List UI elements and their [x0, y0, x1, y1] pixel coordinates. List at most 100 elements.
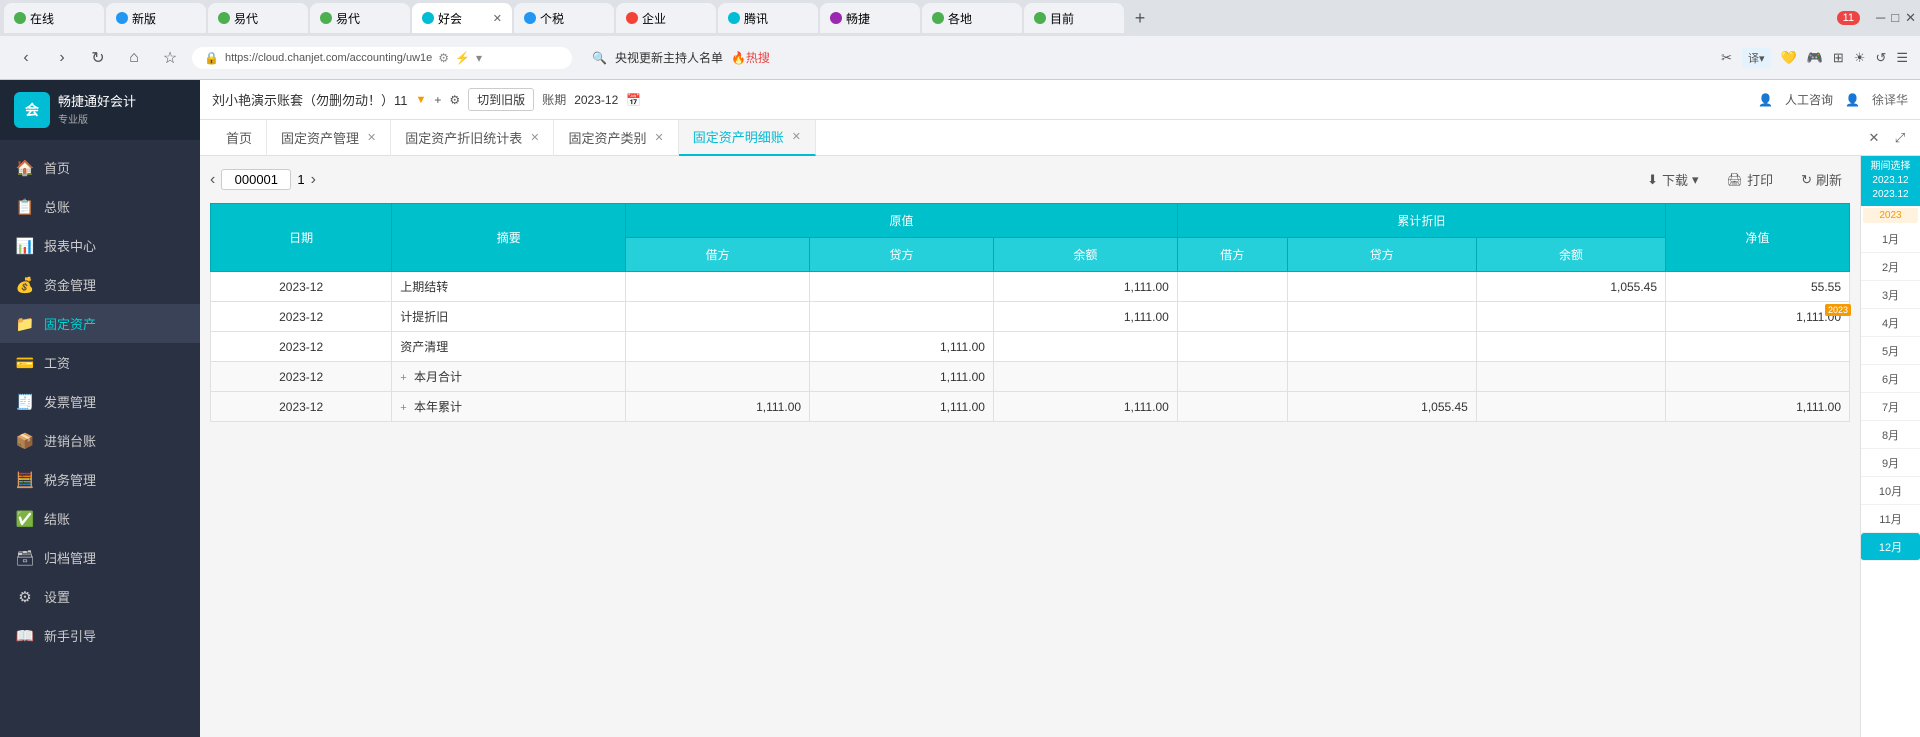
- wallet-icon[interactable]: 💛: [1781, 50, 1797, 66]
- browser-tab-zaixin[interactable]: 在线: [4, 3, 104, 33]
- period-month-2[interactable]: 2月: [1861, 253, 1920, 281]
- data-table: 日期 摘要 原值 累计折旧 净值 借方 贷方 余额 借方 贷方 余额: [210, 203, 1850, 422]
- menu-icon[interactable]: ☰: [1896, 50, 1908, 66]
- assets-icon: 📁: [16, 315, 34, 333]
- tab-close-icon[interactable]: ✕: [792, 130, 801, 143]
- table-row-monthly-total: 2023-12 + 本月合计 1,111.00: [211, 362, 1850, 392]
- cell-summary: 上期结转: [392, 272, 626, 302]
- download-button[interactable]: ⬇ 下载 ▾: [1639, 166, 1706, 193]
- sidebar-item-funds[interactable]: 💰 资金管理: [0, 265, 200, 304]
- browser-tab-changjie[interactable]: 畅捷: [820, 3, 920, 33]
- browser-tab-muqian[interactable]: 目前: [1024, 3, 1124, 33]
- browser-tab-qiye[interactable]: 企业: [616, 3, 716, 33]
- url-bar[interactable]: 🔒 https://cloud.chanjet.com/accounting/u…: [192, 47, 572, 69]
- cell-orig-balance: 1,111.00: [993, 302, 1177, 332]
- sidebar-item-settings[interactable]: ⚙ 设置: [0, 577, 200, 616]
- back-button[interactable]: ‹: [12, 44, 40, 72]
- tab-home[interactable]: 首页: [212, 120, 267, 156]
- print-button[interactable]: 🖨 打印: [1719, 166, 1782, 193]
- period-month-6[interactable]: 6月: [1861, 365, 1920, 393]
- browser-tab-label: 企业: [642, 10, 666, 27]
- tab-close-icon[interactable]: ✕: [367, 131, 376, 144]
- record-actions: ⬇ 下载 ▾ 🖨 打印 ↻ 刷新: [1639, 166, 1850, 193]
- switch-version-button[interactable]: 切到旧版: [468, 88, 534, 111]
- bookmark-button[interactable]: ☆: [156, 44, 184, 72]
- grid-icon[interactable]: ⊞: [1833, 50, 1844, 66]
- period-month-11[interactable]: 11月: [1861, 505, 1920, 533]
- sidebar-item-tax[interactable]: 🧮 税务管理: [0, 460, 200, 499]
- period-month-8[interactable]: 8月: [1861, 421, 1920, 449]
- sidebar-item-fixed-assets[interactable]: 📁 固定资产: [0, 304, 200, 343]
- browser-tab-gedi[interactable]: 各地: [922, 3, 1022, 33]
- cell-accum-credit: [1287, 362, 1476, 392]
- settings-button[interactable]: ⚙: [449, 93, 460, 107]
- prev-record-button[interactable]: ‹: [210, 171, 215, 189]
- browser-tab-yidai1[interactable]: 易代: [208, 3, 308, 33]
- archive-icon: 🗃: [16, 549, 34, 567]
- sidebar-item-closing[interactable]: ✅ 结账: [0, 499, 200, 538]
- period-label: 账期: [542, 91, 566, 108]
- sidebar-item-general-ledger[interactable]: 📋 总账: [0, 187, 200, 226]
- period-month-10[interactable]: 10月: [1861, 477, 1920, 505]
- sidebar-item-purchase-sale[interactable]: 📦 进销台账: [0, 421, 200, 460]
- site-info-icon: ⚙: [438, 51, 449, 65]
- period-month-4[interactable]: 4月: [1861, 309, 1920, 337]
- tab-asset-category[interactable]: 固定资产类别 ✕: [554, 120, 678, 156]
- download-dropdown-icon[interactable]: ▾: [1692, 172, 1699, 188]
- tab-label: 固定资产类别: [568, 128, 646, 147]
- refresh-button[interactable]: ↻ 刷新: [1793, 166, 1850, 193]
- sidebar-item-label: 新手引导: [44, 626, 96, 645]
- brightness-icon[interactable]: ☀: [1854, 50, 1866, 66]
- tab-asset-detail[interactable]: 固定资产明细账 ✕: [679, 120, 816, 156]
- period-month-1[interactable]: 1月: [1861, 225, 1920, 253]
- browser-tab-close[interactable]: ✕: [493, 12, 502, 25]
- period-month-9[interactable]: 9月: [1861, 449, 1920, 477]
- sidebar-item-reports[interactable]: 📊 报表中心: [0, 226, 200, 265]
- period-month-7[interactable]: 7月: [1861, 393, 1920, 421]
- tab-fixed-assets-mgmt[interactable]: 固定资产管理 ✕: [267, 120, 391, 156]
- record-id-input[interactable]: [221, 169, 291, 190]
- period-month-5[interactable]: 5月: [1861, 337, 1920, 365]
- scissors-icon[interactable]: ✂: [1721, 50, 1732, 66]
- cell-summary: 资产清理: [392, 332, 626, 362]
- cell-net-value: 1,111.00 2023: [1666, 302, 1850, 332]
- new-tab-button[interactable]: +: [1126, 4, 1154, 32]
- sidebar-item-home[interactable]: 🏠 首页: [0, 148, 200, 187]
- tab-close-icon[interactable]: ✕: [655, 131, 664, 144]
- help-button[interactable]: 人工咨询: [1785, 91, 1833, 108]
- forward-button[interactable]: ›: [48, 44, 76, 72]
- calendar-icon[interactable]: 📅: [626, 93, 641, 107]
- cell-orig-credit: [810, 272, 994, 302]
- main-content: 刘小艳演示账套（勿删勿动！）11 ▼ + ⚙ 切到旧版 账期 2023-12 📅…: [200, 80, 1920, 737]
- tab-close-icon[interactable]: ✕: [530, 131, 539, 144]
- content-area: ‹ 1 › ⬇ 下载 ▾ 🖨 打印: [200, 156, 1920, 737]
- home-button[interactable]: ⌂: [120, 44, 148, 72]
- period-month-12[interactable]: 12月: [1861, 533, 1920, 561]
- browser-tab-geshui[interactable]: 个税: [514, 3, 614, 33]
- undo-icon[interactable]: ↺: [1875, 50, 1886, 66]
- invoice-icon: 🧾: [16, 393, 34, 411]
- sidebar-item-invoice[interactable]: 🧾 发票管理: [0, 382, 200, 421]
- sidebar-item-guide[interactable]: 📖 新手引导: [0, 616, 200, 655]
- add-account-button[interactable]: +: [434, 93, 441, 107]
- sidebar-item-archive[interactable]: 🗃 归档管理: [0, 538, 200, 577]
- sidebar-item-payroll[interactable]: 💳 工资: [0, 343, 200, 382]
- expand-button[interactable]: ⤢: [1888, 126, 1912, 150]
- browser-tab-xinban[interactable]: 新版: [106, 3, 206, 33]
- game-icon[interactable]: 🎮: [1807, 50, 1823, 66]
- sidebar-item-label: 设置: [44, 587, 70, 606]
- browser-tab-yidai2[interactable]: 易代: [310, 3, 410, 33]
- cell-accum-credit: [1287, 332, 1476, 362]
- tab-label: 固定资产折旧统计表: [405, 128, 522, 147]
- next-record-button[interactable]: ›: [311, 171, 316, 189]
- dropdown-icon[interactable]: ▾: [476, 51, 482, 65]
- close-page-button[interactable]: ✕: [1862, 126, 1886, 150]
- sidebar-nav: 🏠 首页 📋 总账 📊 报表中心 💰 资金管理 📁 固定资产 💳 工资: [0, 140, 200, 737]
- browser-tab-tengxun[interactable]: 腾讯: [718, 3, 818, 33]
- translate-icon[interactable]: 译▾: [1742, 48, 1771, 68]
- reload-button[interactable]: ↻: [84, 44, 112, 72]
- notification-count[interactable]: 11: [1837, 11, 1860, 25]
- period-month-3[interactable]: 3月: [1861, 281, 1920, 309]
- browser-tab-haohui[interactable]: 好会 ✕: [412, 3, 512, 33]
- tab-depreciation-stats[interactable]: 固定资产折旧统计表 ✕: [391, 120, 554, 156]
